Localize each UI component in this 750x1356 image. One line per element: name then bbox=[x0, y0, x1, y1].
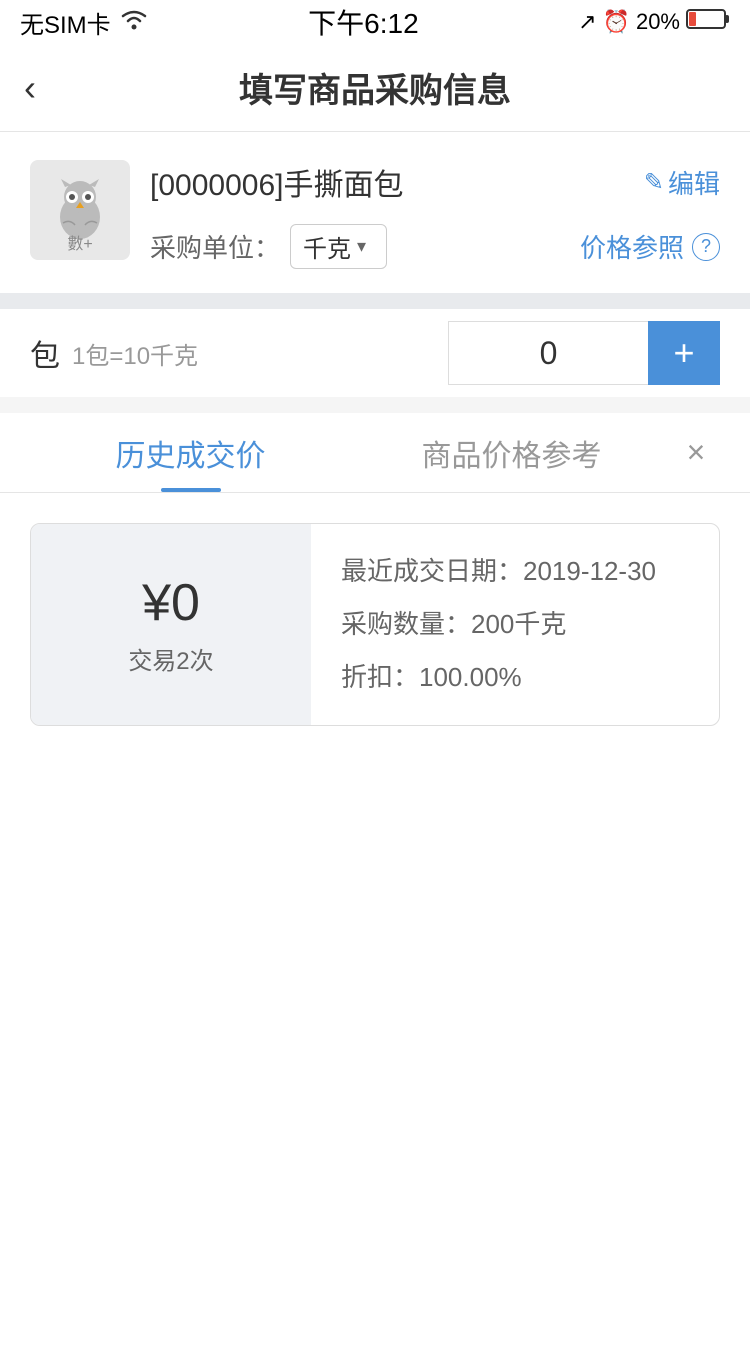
discount-value: 100.00% bbox=[419, 662, 522, 692]
no-sim-text: 无SIM卡 bbox=[20, 5, 111, 40]
recent-date-value: 2019-12-30 bbox=[523, 556, 656, 586]
unit-conversion: 1包=10千克 bbox=[72, 336, 198, 371]
product-thumbnail: 數+ bbox=[30, 160, 130, 260]
price-ref-label: 价格参照 bbox=[580, 228, 684, 265]
quantity-input[interactable] bbox=[448, 321, 648, 385]
tab-product-label: 商品价格参考 bbox=[422, 431, 602, 475]
section-divider bbox=[0, 293, 750, 309]
owl-text: 數+ bbox=[67, 230, 92, 254]
product-info: [0000006]手撕面包 ✎ 编辑 采购单位： 千克 ▾ 价格参照 ? bbox=[150, 160, 720, 269]
unit-select[interactable]: 千克 ▾ bbox=[290, 224, 387, 269]
unit-label-text: 采购单位： bbox=[150, 228, 280, 265]
edit-button[interactable]: ✎ 编辑 bbox=[644, 164, 720, 201]
page-rest bbox=[0, 756, 750, 1356]
quantity-unit-info: 包 1包=10千克 bbox=[30, 331, 198, 375]
page-header: ‹ 填写商品采购信息 bbox=[0, 44, 750, 132]
product-card: 數+ [0000006]手撕面包 ✎ 编辑 采购单位： 千克 ▾ 价格参照 ? bbox=[0, 132, 750, 293]
battery-icon bbox=[686, 8, 730, 36]
quantity-plus-button[interactable]: + bbox=[648, 321, 720, 385]
price-card: ¥0 交易2次 最近成交日期：2019-12-30 采购数量：200千克 折扣：… bbox=[30, 523, 720, 726]
location-icon: ↗ bbox=[578, 9, 596, 35]
back-icon: ‹ bbox=[24, 67, 36, 108]
price-ref-button[interactable]: 价格参照 ? bbox=[580, 228, 720, 265]
unit-label: 采购单位： 千克 ▾ bbox=[150, 224, 387, 269]
battery-percent: 20% bbox=[636, 9, 680, 35]
unit-value: 千克 bbox=[303, 229, 351, 264]
unit-big-label: 包 bbox=[30, 331, 60, 375]
quantity-control: + bbox=[448, 321, 720, 385]
tab-history-price[interactable]: 历史成交价 bbox=[30, 413, 351, 492]
alarm-icon: ⏰ bbox=[603, 9, 630, 35]
price-right: 最近成交日期：2019-12-30 采购数量：200千克 折扣：100.00% bbox=[311, 524, 719, 725]
status-indicators: ↗ ⏰ 20% bbox=[578, 8, 730, 36]
tab-product-price[interactable]: 商品价格参考 bbox=[351, 413, 672, 492]
product-name: [0000006]手撕面包 bbox=[150, 160, 403, 204]
tab-header: 历史成交价 商品价格参考 × bbox=[0, 413, 750, 493]
page-title: 填写商品采购信息 bbox=[239, 63, 511, 112]
quantity-row-detail: 采购数量：200千克 bbox=[341, 605, 689, 644]
discount-label: 折扣： bbox=[341, 662, 419, 692]
recent-date-row: 最近成交日期：2019-12-30 bbox=[341, 552, 689, 591]
tab-content-history: ¥0 交易2次 最近成交日期：2019-12-30 采购数量：200千克 折扣：… bbox=[0, 493, 750, 756]
status-time: 下午6:12 bbox=[308, 2, 419, 42]
tab-history-label: 历史成交价 bbox=[116, 431, 266, 475]
product-name-row: [0000006]手撕面包 ✎ 编辑 bbox=[150, 160, 720, 204]
recent-date-label: 最近成交日期： bbox=[341, 556, 523, 586]
wifi-icon bbox=[119, 7, 149, 38]
trade-count: 交易2次 bbox=[128, 641, 213, 676]
quantity-detail-label: 采购数量： bbox=[341, 609, 471, 639]
price-value: ¥0 bbox=[142, 573, 200, 633]
edit-icon: ✎ bbox=[644, 168, 664, 197]
close-icon: × bbox=[687, 434, 706, 471]
quantity-row: 包 1包=10千克 + bbox=[0, 309, 750, 397]
tab-panel: 历史成交价 商品价格参考 × ¥0 交易2次 最近成交日期：2019-12-30… bbox=[0, 413, 750, 756]
quantity-detail-value: 200千克 bbox=[471, 609, 566, 639]
price-left: ¥0 交易2次 bbox=[31, 524, 311, 725]
status-carrier: 无SIM卡 bbox=[20, 5, 149, 40]
status-bar: 无SIM卡 下午6:12 ↗ ⏰ 20% bbox=[0, 0, 750, 44]
discount-row: 折扣：100.00% bbox=[341, 658, 689, 697]
help-icon: ? bbox=[692, 233, 720, 261]
back-button[interactable]: ‹ bbox=[24, 67, 36, 109]
tab-close-button[interactable]: × bbox=[672, 429, 720, 477]
dropdown-arrow-icon: ▾ bbox=[357, 236, 366, 257]
product-unit-row: 采购单位： 千克 ▾ 价格参照 ? bbox=[150, 224, 720, 269]
edit-label: 编辑 bbox=[668, 164, 720, 201]
